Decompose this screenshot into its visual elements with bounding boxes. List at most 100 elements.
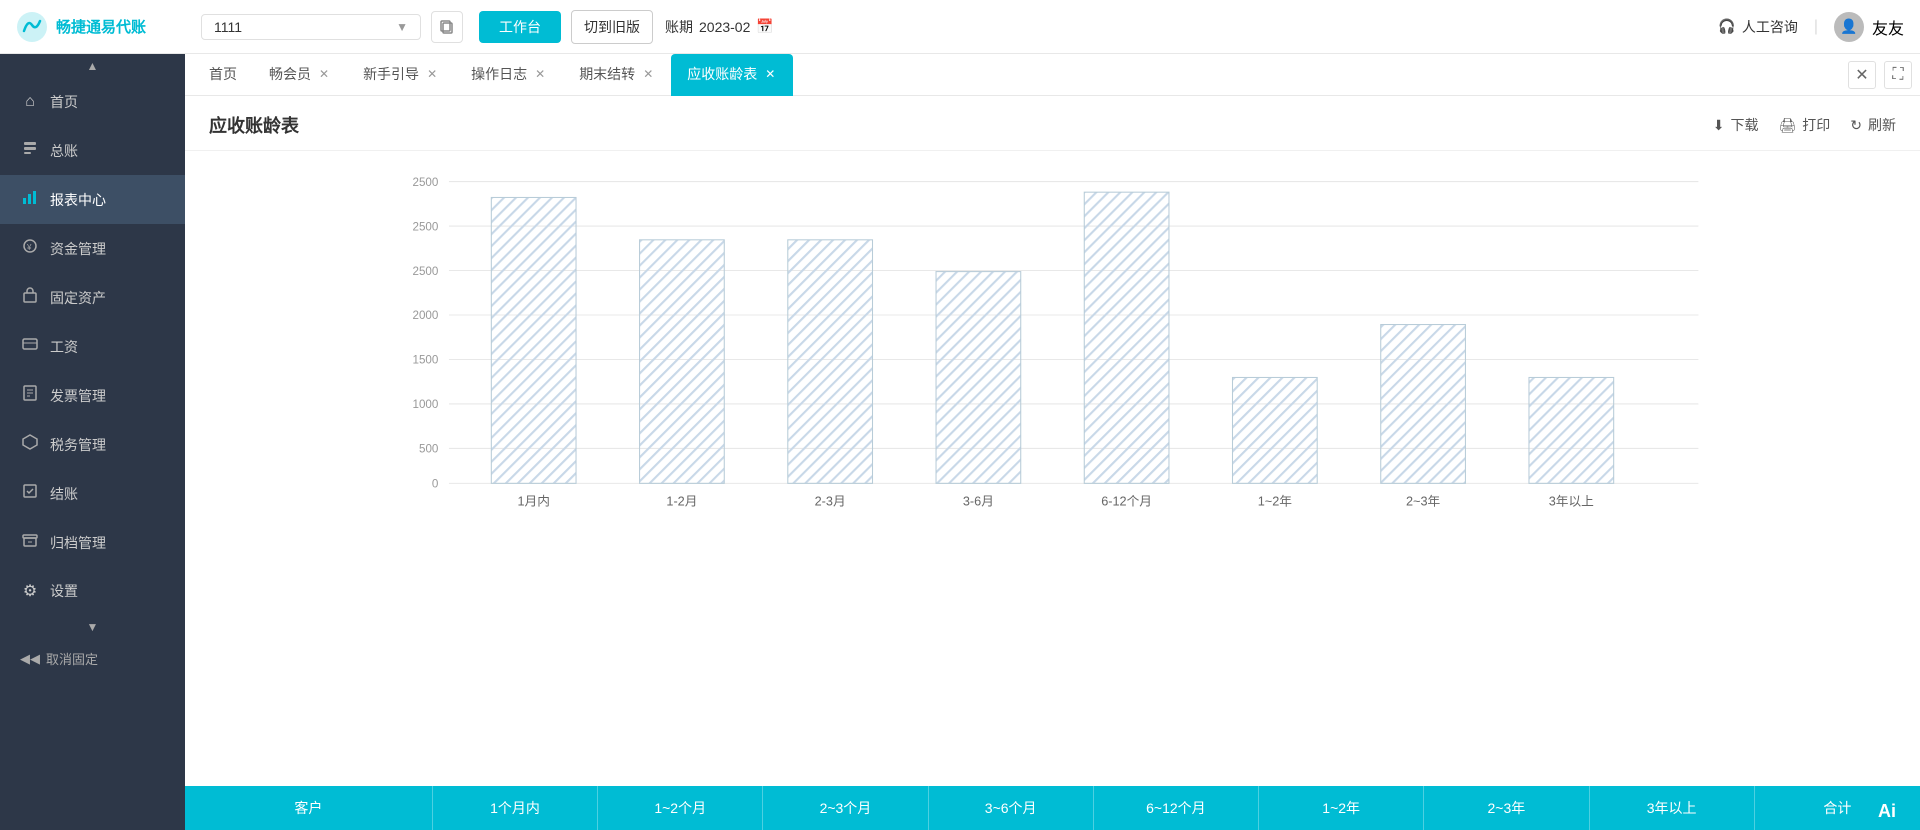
tab-member-label: 畅会员 xyxy=(269,64,311,84)
consult-label: 人工咨询 xyxy=(1742,17,1798,37)
svg-text:2500: 2500 xyxy=(413,176,439,189)
sidebar-item-salary[interactable]: 工资 xyxy=(0,322,185,371)
sidebar-item-funds[interactable]: ¥ 资金管理 xyxy=(0,224,185,273)
refresh-label: 刷新 xyxy=(1868,115,1896,135)
svg-text:500: 500 xyxy=(419,443,439,456)
tab-home-label: 首页 xyxy=(209,64,237,84)
tab-guide-close[interactable]: ✕ xyxy=(425,67,439,81)
divider: | xyxy=(1814,18,1818,36)
ai-badge[interactable]: Ai xyxy=(1854,793,1920,830)
svg-text:2000: 2000 xyxy=(413,309,439,322)
table-col-1month: 1个月内 xyxy=(433,786,598,830)
page-actions: ⬇ 下载 🖨 打印 ↻ 刷新 xyxy=(1713,115,1896,135)
sidebar-label-settings: 设置 xyxy=(50,581,78,601)
consult-button[interactable]: 🎧 人工咨询 xyxy=(1718,17,1797,37)
chart-container: 2500 2500 2500 2000 1500 1000 500 0 xyxy=(185,151,1920,786)
copy-button[interactable] xyxy=(431,11,463,43)
sidebar-scroll-down[interactable]: ▼ xyxy=(0,615,185,639)
user-name: 友友 xyxy=(1872,15,1904,39)
sidebar-label-tax: 税务管理 xyxy=(50,435,106,455)
table-col-1-2month: 1~2个月 xyxy=(598,786,763,830)
tab-period-end[interactable]: 期末结转 ✕ xyxy=(563,54,671,96)
sidebar-label-reports: 报表中心 xyxy=(50,190,106,210)
sidebar-item-invoice[interactable]: 发票管理 xyxy=(0,371,185,420)
avatar: 👤 xyxy=(1834,12,1864,42)
refresh-icon: ↻ xyxy=(1850,117,1862,134)
svg-text:6-12个月: 6-12个月 xyxy=(1101,495,1152,509)
table-col-2-3year: 2~3年 xyxy=(1424,786,1589,830)
header: 畅捷通易代账 1111 ▼ 工作台 切到旧版 账期 2023-02 📅 🎧 人工… xyxy=(0,0,1920,54)
sidebar-item-tax[interactable]: 税务管理 xyxy=(0,420,185,469)
svg-text:2~3年: 2~3年 xyxy=(1406,495,1441,509)
svg-text:2500: 2500 xyxy=(413,265,439,278)
settings-icon: ⚙ xyxy=(20,581,40,601)
logo-icon xyxy=(16,11,48,43)
tab-oplog-close[interactable]: ✕ xyxy=(533,67,547,81)
print-icon: 🖨 xyxy=(1778,117,1796,134)
table-col-3-6month: 3~6个月 xyxy=(929,786,1094,830)
table-col-6-12month: 6~12个月 xyxy=(1094,786,1259,830)
period-area: 账期 2023-02 📅 xyxy=(665,17,774,37)
sidebar-item-ledger[interactable]: 总账 xyxy=(0,126,185,175)
company-name: 1111 xyxy=(214,19,388,35)
sidebar-item-reports[interactable]: 报表中心 xyxy=(0,175,185,224)
pin-icon: ◀◀ xyxy=(20,651,40,667)
sidebar-item-fixed-assets[interactable]: 固定资产 xyxy=(0,273,185,322)
table-col-1-2year: 1~2年 xyxy=(1259,786,1424,830)
tabs-bar: 首页 畅会员 ✕ 新手引导 ✕ 操作日志 ✕ 期末结转 ✕ 应收账龄表 ✕ xyxy=(185,54,1920,96)
bottom-table: 客户 1个月内 1~2个月 2~3个月 3~6个月 6~12个月 1~2年 2~… xyxy=(185,786,1920,830)
tab-aging-label: 应收账龄表 xyxy=(687,64,757,84)
tab-guide-label: 新手引导 xyxy=(363,64,419,84)
tabs-actions: ✕ ⛶ xyxy=(1848,61,1912,89)
download-button[interactable]: ⬇ 下载 xyxy=(1713,115,1759,135)
main-layout: ▲ ⌂ 首页 总账 报表中心 ¥ 资金管理 固定资产 xyxy=(0,54,1920,830)
period-label: 账期 xyxy=(665,17,693,37)
cancel-fixed-button[interactable]: ◀◀ 取消固定 xyxy=(0,639,185,678)
sidebar-label-fixed-assets: 固定资产 xyxy=(50,288,106,308)
svg-text:1000: 1000 xyxy=(413,398,439,411)
tab-period-end-close[interactable]: ✕ xyxy=(641,67,655,81)
expand-button[interactable]: ⛶ xyxy=(1884,61,1912,89)
svg-text:2500: 2500 xyxy=(413,220,439,233)
close-all-button[interactable]: ✕ xyxy=(1848,61,1876,89)
refresh-button[interactable]: ↻ 刷新 xyxy=(1850,115,1896,135)
tab-aging[interactable]: 应收账龄表 ✕ xyxy=(671,54,793,96)
home-icon: ⌂ xyxy=(20,93,40,111)
sidebar-item-settings[interactable]: ⚙ 设置 xyxy=(0,567,185,615)
sidebar-scroll-up[interactable]: ▲ xyxy=(0,54,185,78)
sidebar: ▲ ⌂ 首页 总账 报表中心 ¥ 资金管理 固定资产 xyxy=(0,54,185,830)
bar-chart: 2500 2500 2500 2000 1500 1000 500 0 xyxy=(215,171,1890,531)
svg-text:1-2月: 1-2月 xyxy=(666,495,697,509)
sidebar-label-salary: 工资 xyxy=(50,337,78,357)
tab-home[interactable]: 首页 xyxy=(193,54,253,96)
funds-icon: ¥ xyxy=(20,238,40,259)
sidebar-label-invoice: 发票管理 xyxy=(50,386,106,406)
print-button[interactable]: 🖨 打印 xyxy=(1778,115,1830,135)
fixed-assets-icon xyxy=(20,287,40,308)
reports-icon xyxy=(20,189,40,210)
tab-guide[interactable]: 新手引导 ✕ xyxy=(347,54,455,96)
page-title: 应收账龄表 xyxy=(209,112,299,138)
svg-text:1月内: 1月内 xyxy=(517,495,549,509)
sidebar-item-home[interactable]: ⌂ 首页 xyxy=(0,78,185,126)
calendar-icon[interactable]: 📅 xyxy=(756,18,773,35)
user-area[interactable]: 👤 友友 xyxy=(1834,12,1904,42)
company-selector[interactable]: 1111 ▼ xyxy=(201,14,421,40)
workbench-button[interactable]: 工作台 xyxy=(479,11,561,43)
tab-member-close[interactable]: ✕ xyxy=(317,67,331,81)
checkout-icon xyxy=(20,483,40,504)
chart-wrapper: 2500 2500 2500 2000 1500 1000 500 0 xyxy=(215,171,1890,531)
tab-aging-close[interactable]: ✕ xyxy=(763,67,777,81)
period-value: 2023-02 xyxy=(699,19,750,35)
sidebar-item-archive[interactable]: 归档管理 xyxy=(0,518,185,567)
tab-oplog[interactable]: 操作日志 ✕ xyxy=(455,54,563,96)
svg-text:0: 0 xyxy=(432,478,439,491)
switch-version-button[interactable]: 切到旧版 xyxy=(571,10,653,44)
salary-icon xyxy=(20,336,40,357)
sidebar-label-checkout: 结账 xyxy=(50,484,78,504)
svg-text:3-6月: 3-6月 xyxy=(963,495,994,509)
tab-member[interactable]: 畅会员 ✕ xyxy=(253,54,347,96)
print-label: 打印 xyxy=(1802,115,1830,135)
svg-text:1500: 1500 xyxy=(413,354,439,367)
sidebar-item-checkout[interactable]: 结账 xyxy=(0,469,185,518)
